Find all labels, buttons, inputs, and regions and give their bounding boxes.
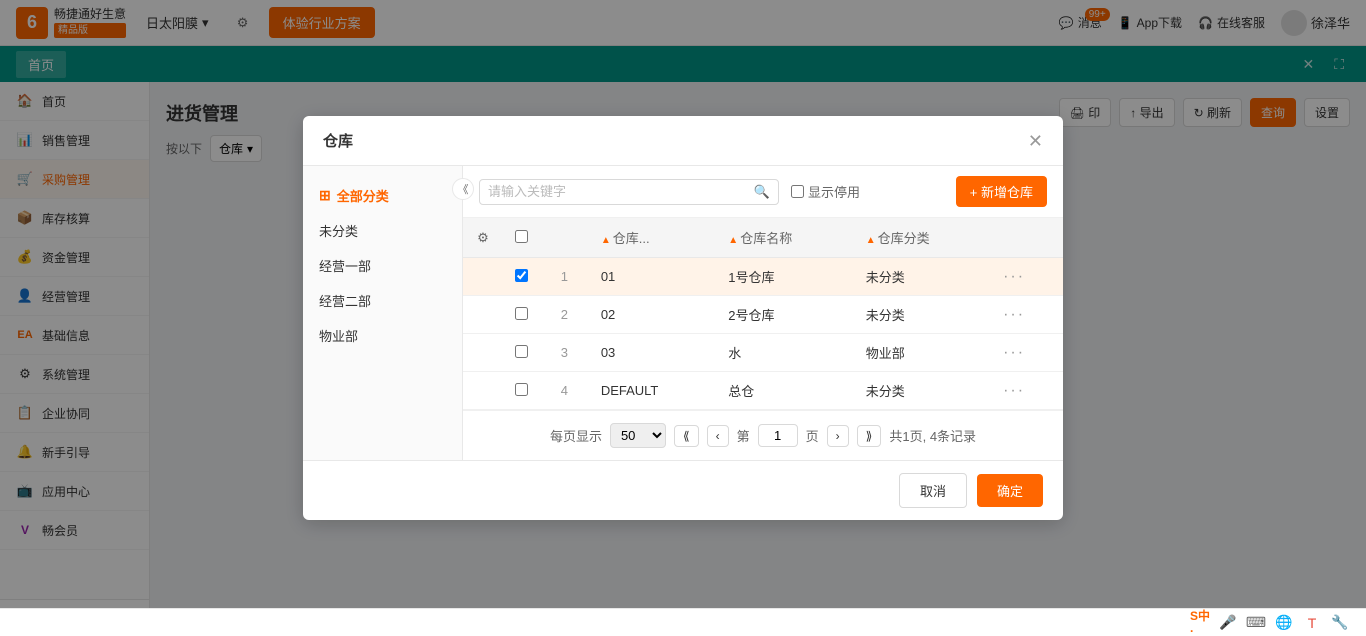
row-gear-cell	[463, 296, 503, 334]
row-actions-cell[interactable]: ···	[991, 258, 1063, 296]
cat-all[interactable]: ⊞ 全部分类	[303, 178, 462, 213]
row-check-cell[interactable]	[503, 372, 540, 410]
microphone-icon[interactable]: 🎤	[1218, 613, 1238, 633]
modal-main: 🔍 显示停用 + 新增仓库 ⚙	[463, 166, 1063, 460]
row-name: 总仓	[716, 372, 853, 410]
row-name: 水	[716, 334, 853, 372]
page-first-button[interactable]: ⟪	[674, 425, 699, 447]
bottom-bar: S中· 🎤 ⌨ 🌐 T 🔧	[0, 608, 1366, 636]
row-more-icon[interactable]: ···	[1003, 268, 1025, 285]
add-warehouse-button[interactable]: + 新增仓库	[956, 176, 1047, 207]
row-code: 02	[589, 296, 716, 334]
cat-ops1[interactable]: 经营一部	[303, 248, 462, 283]
row-code: 03	[589, 334, 716, 372]
show-disabled-checkbox[interactable]	[791, 185, 804, 198]
row-name: 2号仓库	[716, 296, 853, 334]
table-row[interactable]: 3 03 水 物业部 ···	[463, 334, 1063, 372]
row-category: 未分类	[854, 296, 991, 334]
table-row[interactable]: 2 02 2号仓库 未分类 ···	[463, 296, 1063, 334]
row-more-icon[interactable]: ···	[1003, 382, 1025, 399]
text-icon[interactable]: T	[1302, 613, 1322, 633]
cat-property[interactable]: 物业部	[303, 318, 462, 353]
search-input[interactable]	[488, 184, 750, 199]
modal-header: 仓库 ✕	[303, 116, 1063, 166]
row-check-cell[interactable]	[503, 334, 540, 372]
row-actions-cell[interactable]: ···	[991, 372, 1063, 410]
row-gear-cell	[463, 258, 503, 296]
page-last-button[interactable]: ⟫	[857, 425, 882, 447]
row-category: 未分类	[854, 372, 991, 410]
warehouse-table-container: ⚙ ▲仓库... ▲仓库名称 ▲仓库分类 1	[463, 218, 1063, 410]
row-code: DEFAULT	[589, 372, 716, 410]
modal-overlay: 仓库 ✕ 《 ⊞ 全部分类 未分类 经营一部 经营二部	[0, 0, 1366, 636]
modal-body: 《 ⊞ 全部分类 未分类 经营一部 经营二部 物业部	[303, 166, 1063, 460]
page-size-select[interactable]: 50 10 20 100	[610, 423, 666, 448]
select-all-checkbox[interactable]	[515, 230, 528, 243]
col-check	[503, 218, 540, 258]
row-more-icon[interactable]: ···	[1003, 306, 1025, 323]
pagination: 每页显示 50 10 20 100 ⟪ ‹ 第 页 › ⟫ 共1页, 4条记录	[463, 410, 1063, 460]
language-icon[interactable]: 🌐	[1274, 613, 1294, 633]
search-box: 🔍	[479, 179, 779, 205]
row-actions-cell[interactable]: ···	[991, 296, 1063, 334]
show-disabled-label[interactable]: 显示停用	[791, 182, 860, 201]
sogou-icon[interactable]: S中·	[1190, 613, 1210, 633]
modal-title: 仓库	[323, 130, 353, 151]
row-name: 1号仓库	[716, 258, 853, 296]
row-num: 1	[540, 258, 589, 296]
row-num: 3	[540, 334, 589, 372]
page-next-button[interactable]: ›	[827, 425, 849, 447]
row-num: 4	[540, 372, 589, 410]
row-more-icon[interactable]: ···	[1003, 344, 1025, 361]
modal-toolbar: 🔍 显示停用 + 新增仓库	[463, 166, 1063, 218]
table-row[interactable]: 4 DEFAULT 总仓 未分类 ···	[463, 372, 1063, 410]
col-code: ▲仓库...	[589, 218, 716, 258]
grid-icon: ⊞	[319, 187, 331, 204]
warehouse-modal: 仓库 ✕ 《 ⊞ 全部分类 未分类 经营一部 经营二部	[303, 116, 1063, 520]
search-icon[interactable]: 🔍	[754, 184, 770, 200]
col-name: ▲仓库名称	[716, 218, 853, 258]
row-num: 2	[540, 296, 589, 334]
sidebar-collapse-button[interactable]: 《	[452, 178, 474, 200]
row-category: 物业部	[854, 334, 991, 372]
modal-footer: 取消 确定	[303, 460, 1063, 520]
page-prev-button[interactable]: ‹	[707, 425, 729, 447]
row-check-cell[interactable]	[503, 296, 540, 334]
modal-close-button[interactable]: ✕	[1028, 132, 1043, 150]
cancel-button[interactable]: 取消	[899, 473, 967, 508]
modal-category-sidebar: 《 ⊞ 全部分类 未分类 经营一部 经营二部 物业部	[303, 166, 463, 460]
row-check-cell[interactable]	[503, 258, 540, 296]
row-code: 01	[589, 258, 716, 296]
col-category: ▲仓库分类	[854, 218, 991, 258]
confirm-button[interactable]: 确定	[977, 474, 1043, 507]
row-gear-cell	[463, 372, 503, 410]
col-actions	[991, 218, 1063, 258]
warehouse-table: ⚙ ▲仓库... ▲仓库名称 ▲仓库分类 1	[463, 218, 1063, 410]
row-gear-cell	[463, 334, 503, 372]
cat-unclassified[interactable]: 未分类	[303, 213, 462, 248]
table-row[interactable]: 1 01 1号仓库 未分类 ···	[463, 258, 1063, 296]
row-category: 未分类	[854, 258, 991, 296]
tools-icon[interactable]: 🔧	[1330, 613, 1350, 633]
page-number-input[interactable]	[758, 424, 798, 447]
cat-ops2[interactable]: 经营二部	[303, 283, 462, 318]
col-num	[540, 218, 589, 258]
col-gear: ⚙	[463, 218, 503, 258]
keyboard-icon[interactable]: ⌨	[1246, 613, 1266, 633]
row-actions-cell[interactable]: ···	[991, 334, 1063, 372]
